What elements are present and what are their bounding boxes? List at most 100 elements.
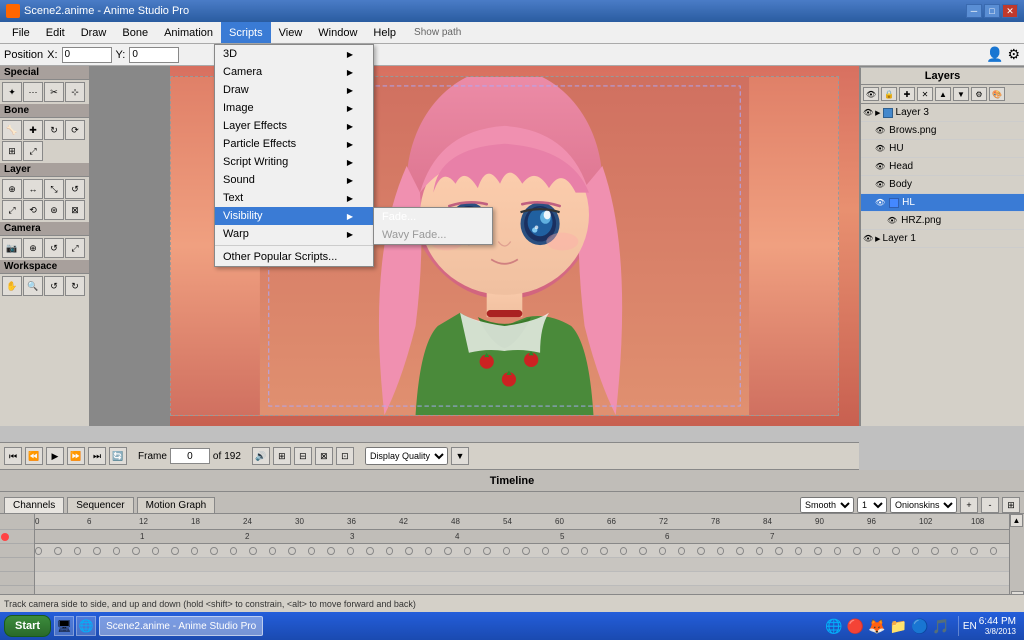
zoom-in-button[interactable]: + (960, 497, 978, 513)
tool-bone-4[interactable]: ⟳ (65, 120, 85, 140)
tool-camera-3[interactable]: ↺ (44, 238, 64, 258)
view-1-button[interactable]: ⊞ (273, 447, 291, 465)
onionskins-select[interactable]: Onionskins (890, 497, 957, 513)
menu-script-writing[interactable]: Script Writing ▶ (215, 153, 373, 171)
view-2-button[interactable]: ⊟ (294, 447, 312, 465)
tool-bone-1[interactable]: 🦴 (2, 120, 22, 140)
taskbar-active-app[interactable]: Scene2.anime - Anime Studio Pro (99, 616, 263, 636)
minimize-button[interactable]: ─ (966, 4, 982, 18)
tool-layer-5[interactable]: ⤢ (2, 200, 22, 220)
view-3-button[interactable]: ⊠ (315, 447, 333, 465)
tool-special-1[interactable]: ✦ (2, 82, 22, 102)
menu-scripts[interactable]: Scripts (221, 22, 271, 43)
menu-text[interactable]: Text ▶ (215, 189, 373, 207)
layers-btn-2[interactable]: 🔒 (881, 87, 897, 101)
step-back-button[interactable]: ⏪ (25, 447, 43, 465)
tool-layer-3[interactable]: ⤡ (44, 179, 64, 199)
tool-workspace-3[interactable]: ↺ (44, 276, 64, 296)
taskbar-icon-ie[interactable]: 🌐 (825, 618, 842, 635)
layer-row[interactable]: 👁Head (861, 158, 1024, 176)
tool-workspace-1[interactable]: ✋ (2, 276, 22, 296)
close-button[interactable]: ✕ (1002, 4, 1018, 18)
smooth-select[interactable]: Smooth (800, 497, 854, 513)
fast-forward-button[interactable]: ⏭ (88, 447, 106, 465)
loop-button[interactable]: 🔄 (109, 447, 127, 465)
layer-row[interactable]: 👁▶Layer 3 (861, 104, 1024, 122)
x-input[interactable] (62, 47, 112, 63)
layer-row[interactable]: 👁HRZ.png (861, 212, 1024, 230)
tool-layer-8[interactable]: ⊠ (65, 200, 85, 220)
tool-special-3[interactable]: ✂ (44, 82, 64, 102)
submenu-fade[interactable]: Fade... (374, 208, 492, 226)
layer-row[interactable]: 👁Body (861, 176, 1024, 194)
menu-particle-effects[interactable]: Particle Effects ▶ (215, 135, 373, 153)
menu-animation[interactable]: Animation (156, 22, 221, 43)
maximize-button[interactable]: □ (984, 4, 1000, 18)
tool-layer-7[interactable]: ⊛ (44, 200, 64, 220)
taskbar-icon-folder[interactable]: 📁 (890, 618, 907, 635)
menu-image[interactable]: Image ▶ (215, 99, 373, 117)
menu-help[interactable]: Help (365, 22, 404, 43)
rewind-button[interactable]: ⏮ (4, 447, 22, 465)
tool-layer-6[interactable]: ⟲ (23, 200, 43, 220)
menu-other-scripts[interactable]: Other Popular Scripts... (215, 248, 373, 266)
menu-layer-effects[interactable]: Layer Effects ▶ (215, 117, 373, 135)
zoom-fit-button[interactable]: ⊞ (1002, 497, 1020, 513)
menu-window[interactable]: Window (310, 22, 365, 43)
taskbar-icon-red[interactable]: 🔴 (847, 618, 864, 635)
menu-file[interactable]: File (4, 22, 38, 43)
menu-3d[interactable]: 3D ▶ (215, 45, 373, 63)
start-button[interactable]: Start (4, 615, 51, 637)
scroll-up-button[interactable]: ▲ (1010, 514, 1023, 527)
taskbar-icon-music[interactable]: 🎵 (932, 618, 949, 635)
taskbar-icon-chrome[interactable]: 🔵 (911, 618, 928, 635)
speed-select[interactable]: 1 (857, 497, 887, 513)
tab-sequencer[interactable]: Sequencer (67, 497, 133, 513)
layers-btn-5[interactable]: ▲ (935, 87, 951, 101)
tool-layer-2[interactable]: ↔ (23, 179, 43, 199)
menu-warp[interactable]: Warp ▶ (215, 225, 373, 243)
display-quality-select[interactable]: Display Quality (365, 447, 448, 465)
layer-row[interactable]: 👁Brows.png (861, 122, 1024, 140)
menu-draw[interactable]: Draw (73, 22, 115, 43)
tool-bone-3[interactable]: ↻ (44, 120, 64, 140)
tool-camera-4[interactable]: ⤢ (65, 238, 85, 258)
layers-btn-1[interactable]: 👁 (863, 87, 879, 101)
taskbar-icon-2[interactable]: 🌐 (76, 616, 96, 636)
menu-edit[interactable]: Edit (38, 22, 73, 43)
layer-row[interactable]: 👁HL (861, 194, 1024, 212)
layers-btn-3[interactable]: ✚ (899, 87, 915, 101)
tool-workspace-4[interactable]: ↻ (65, 276, 85, 296)
tool-layer-1[interactable]: ⊕ (2, 179, 22, 199)
step-forward-button[interactable]: ⏩ (67, 447, 85, 465)
tool-camera-1[interactable]: 📷 (2, 238, 22, 258)
layers-btn-6[interactable]: ▼ (953, 87, 969, 101)
canvas-area[interactable] (90, 66, 859, 426)
layer-row[interactable]: 👁▶Layer 1 (861, 230, 1024, 248)
tab-motion-graph[interactable]: Motion Graph (137, 497, 216, 513)
tool-camera-2[interactable]: ⊕ (23, 238, 43, 258)
tool-workspace-2[interactable]: 🔍 (23, 276, 43, 296)
play-button[interactable]: ▶ (46, 447, 64, 465)
layer-row[interactable]: 👁HU (861, 140, 1024, 158)
menu-bone[interactable]: Bone (114, 22, 156, 43)
submenu-wavy-fade[interactable]: Wavy Fade... (374, 226, 492, 244)
menu-sound[interactable]: Sound ▶ (215, 171, 373, 189)
tool-special-4[interactable]: ⊹ (65, 82, 85, 102)
tool-special-2[interactable]: ⋯ (23, 82, 43, 102)
menu-view[interactable]: View (271, 22, 311, 43)
y-input[interactable] (129, 47, 179, 63)
layers-btn-8[interactable]: 🎨 (989, 87, 1005, 101)
audio-button[interactable]: 🔊 (252, 447, 270, 465)
layers-btn-4[interactable]: ✕ (917, 87, 933, 101)
taskbar-icon-fox[interactable]: 🦊 (868, 618, 885, 635)
menu-draw[interactable]: Draw ▶ (215, 81, 373, 99)
tool-layer-4[interactable]: ↺ (65, 179, 85, 199)
layers-btn-7[interactable]: ⚙ (971, 87, 987, 101)
zoom-out-button[interactable]: - (981, 497, 999, 513)
taskbar-icon-1[interactable]: 🖥 (54, 616, 74, 636)
view-4-button[interactable]: ⊡ (336, 447, 354, 465)
quality-arrow[interactable]: ▼ (451, 447, 469, 465)
tab-channels[interactable]: Channels (4, 497, 64, 513)
menu-camera[interactable]: Camera ▶ (215, 63, 373, 81)
